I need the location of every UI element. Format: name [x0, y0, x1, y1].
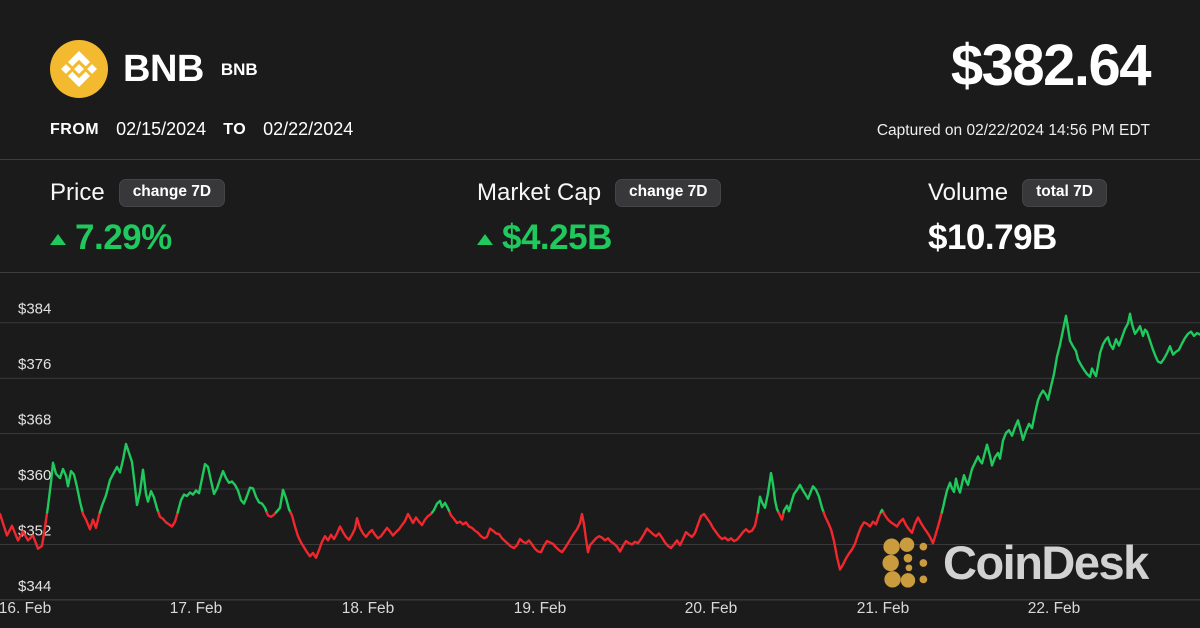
stat-price-label: Price [50, 179, 105, 207]
up-triangle-icon [50, 234, 66, 245]
to-date: 02/22/2024 [263, 119, 353, 140]
stat-market-cap-value: $4.25B [502, 218, 612, 258]
coin-header: BNB BNB [50, 40, 258, 98]
stat-price-badge: change 7D [119, 179, 225, 207]
current-price: $382.64 [951, 32, 1150, 99]
from-label: FROM [50, 121, 99, 139]
stat-price-value-row: 7.29% [50, 218, 225, 258]
stat-volume: Volume total 7D $10.79B [928, 160, 1107, 258]
stat-volume-value-row: $10.79B [928, 218, 1107, 258]
svg-text:21. Feb: 21. Feb [857, 600, 910, 617]
stat-volume-label: Volume [928, 179, 1008, 207]
coindesk-price-card: BNB BNB $382.64 FROM 02/15/2024 TO 02/22… [0, 0, 1200, 628]
stat-price-value: 7.29% [75, 218, 172, 258]
coindesk-watermark: CoinDesk [881, 535, 1148, 590]
svg-text:$368: $368 [18, 412, 51, 429]
date-range: FROM 02/15/2024 TO 02/22/2024 [50, 119, 353, 140]
svg-text:20. Feb: 20. Feb [685, 600, 738, 617]
svg-text:$384: $384 [18, 301, 51, 318]
svg-text:$360: $360 [18, 467, 51, 484]
bnb-coin-icon [50, 40, 108, 98]
coin-ticker: BNB [221, 60, 258, 80]
svg-text:17. Feb: 17. Feb [170, 600, 223, 617]
coindesk-wordmark: CoinDesk [943, 535, 1148, 590]
coin-name: BNB [123, 48, 204, 91]
to-label: TO [223, 121, 246, 139]
svg-text:18. Feb: 18. Feb [342, 600, 395, 617]
stat-market-cap-value-row: $4.25B [477, 218, 721, 258]
from-date: 02/15/2024 [116, 119, 206, 140]
stat-market-cap-label: Market Cap [477, 179, 601, 207]
svg-text:19. Feb: 19. Feb [514, 600, 567, 617]
up-triangle-icon [477, 234, 493, 245]
stat-market-cap-badge: change 7D [615, 179, 721, 207]
svg-text:16. Feb: 16. Feb [0, 600, 51, 617]
stat-volume-value: $10.79B [928, 218, 1057, 258]
stat-volume-badge: total 7D [1022, 179, 1107, 207]
svg-text:$344: $344 [18, 578, 51, 595]
stat-price: Price change 7D 7.29% [50, 160, 225, 258]
svg-text:22. Feb: 22. Feb [1028, 600, 1081, 617]
captured-timestamp: Captured on 02/22/2024 14:56 PM EDT [877, 122, 1150, 140]
coindesk-dots-icon [881, 537, 933, 589]
stat-market-cap: Market Cap change 7D $4.25B [477, 160, 721, 258]
stats-band: Price change 7D 7.29% Market Cap change … [0, 159, 1200, 273]
svg-text:$376: $376 [18, 356, 51, 373]
